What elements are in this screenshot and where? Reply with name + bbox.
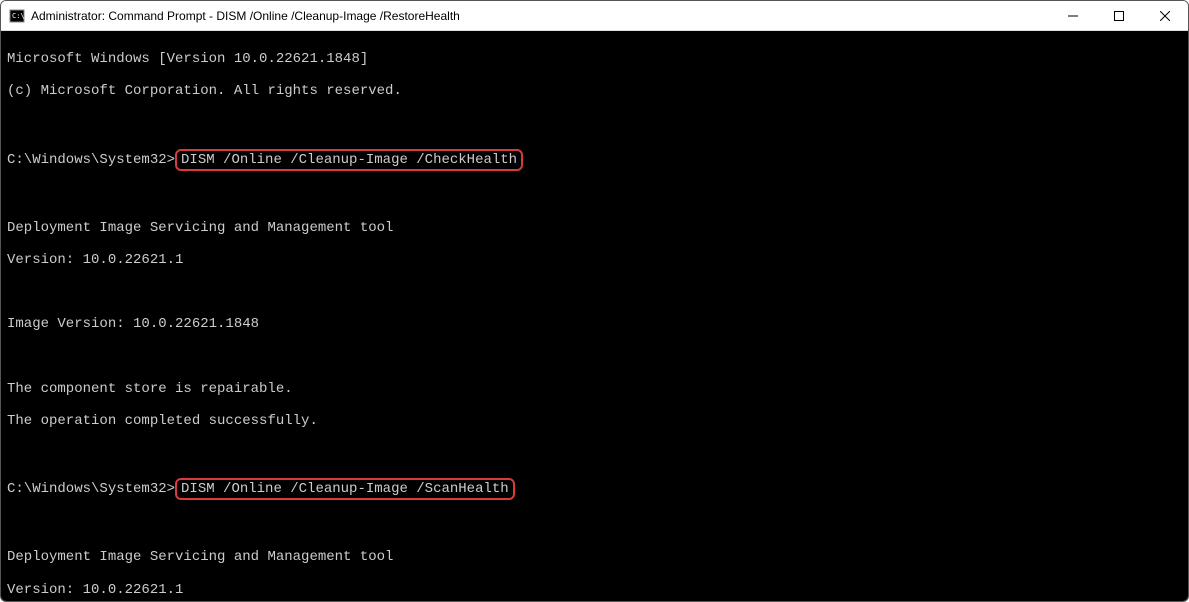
titlebar-controls [1050, 1, 1188, 30]
output-line: Image Version: 10.0.22621.1848 [7, 316, 1182, 332]
maximize-button[interactable] [1096, 1, 1142, 30]
terminal-output[interactable]: Microsoft Windows [Version 10.0.22621.18… [1, 31, 1188, 601]
minimize-button[interactable] [1050, 1, 1096, 30]
output-line: Deployment Image Servicing and Managemen… [7, 549, 1182, 565]
output-line: The component store is repairable. [7, 381, 1182, 397]
titlebar[interactable]: C:\ Administrator: Command Prompt - DISM… [1, 1, 1188, 31]
output-line: Microsoft Windows [Version 10.0.22621.18… [7, 51, 1182, 67]
highlighted-command: DISM /Online /Cleanup-Image /CheckHealth [175, 149, 523, 171]
prompt-line: C:\Windows\System32>DISM /Online /Cleanu… [7, 477, 1182, 501]
svg-text:C:\: C:\ [12, 12, 25, 20]
output-line: The operation completed successfully. [7, 413, 1182, 429]
window: C:\ Administrator: Command Prompt - DISM… [0, 0, 1189, 602]
window-title: Administrator: Command Prompt - DISM /On… [31, 9, 1050, 23]
output-line: Deployment Image Servicing and Managemen… [7, 220, 1182, 236]
highlighted-command: DISM /Online /Cleanup-Image /ScanHealth [175, 478, 515, 500]
output-line: (c) Microsoft Corporation. All rights re… [7, 83, 1182, 99]
cmd-icon: C:\ [9, 8, 25, 24]
output-line: Version: 10.0.22621.1 [7, 582, 1182, 598]
close-button[interactable] [1142, 1, 1188, 30]
prompt-line: C:\Windows\System32>DISM /Online /Cleanu… [7, 148, 1182, 172]
output-line: Version: 10.0.22621.1 [7, 252, 1182, 268]
